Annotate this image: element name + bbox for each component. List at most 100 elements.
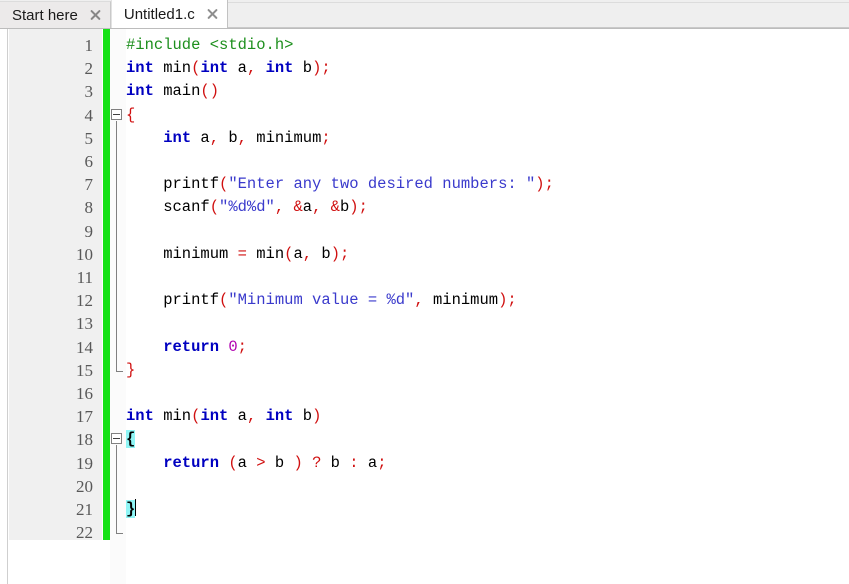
line-number: 2 [84,59,94,79]
line-number: 13 [76,314,93,334]
code-token-str: "%d%d" [219,198,275,217]
code-token-kw: int [200,59,229,78]
code-token-id: b [293,407,313,426]
fold-tree-line [116,445,117,534]
code-line[interactable]: { [126,428,136,451]
code-line[interactable]: int min(int a, int b) [126,405,321,428]
tab-active-1[interactable]: Untitled1.c [110,0,228,28]
change-indicator-bar [103,29,110,540]
code-token-op: ) [312,407,322,426]
code-token-kw: return [126,453,220,472]
code-token-op: ( [219,291,229,310]
code-token-op: ); [330,244,350,263]
code-token-id: a [237,453,257,472]
code-token-id: minimum [246,128,322,147]
code-token-op: , [209,128,220,147]
fold-toggle-minus-box[interactable] [111,433,122,445]
code-token-id: minimum [126,244,238,263]
code-token-id: b [293,59,313,78]
code-token-id: minimum [423,291,499,310]
code-token-op: ; [321,128,331,147]
editor-left-edge [0,29,8,584]
tab-bar-empty-space [227,2,849,28]
code-token-op: ); [349,198,368,217]
code-token-kw: int [126,82,154,101]
fold-toggle-minus-box[interactable] [111,108,122,120]
code-line[interactable]: } [126,498,137,521]
code-token-op: : [339,453,359,472]
tab-inactive-0[interactable]: Start here [0,1,111,28]
line-number: 16 [76,384,93,403]
code-line[interactable]: int a, b, minimum; [126,127,331,150]
code-token-pre: #include <stdio.h> [126,36,294,54]
line-number: 17 [76,407,93,427]
code-token-id: b [219,128,238,147]
code-editor[interactable]: 1 2 3 4 5 6 7 8 9 10 11 12 13 14 15 16 17 18 19 20 21 22 #inc… [0,28,849,584]
code-token-op: ); [312,59,331,78]
line-number: 18 [76,430,93,450]
code-token-id: a [293,244,303,263]
line-number: 6 [84,152,94,171]
line-number: 9 [84,221,94,241]
code-token-op: , [246,59,257,78]
code-token-num: 0 [219,337,238,356]
code-token-op: , & [312,198,340,217]
code-token-id: scanf [126,198,210,217]
code-token-id: main [153,82,201,101]
line-number: 12 [76,291,93,311]
close-icon[interactable] [205,7,219,21]
line-number: 14 [76,337,93,357]
code-token-op: ) [293,453,303,472]
close-icon[interactable] [88,8,102,22]
line-number: 1 [84,36,94,55]
code-token-id: b [339,198,350,217]
code-token-kw: int [256,59,294,78]
code-token-id: b [312,244,331,263]
code-token-op: ( [209,198,220,217]
code-token-id: a [358,453,378,472]
code-line[interactable]: printf("Minimum value = %d", minimum); [126,289,517,312]
code-token-op: } [126,360,136,379]
line-number: 5 [84,128,94,148]
code-token-kw: int [256,407,294,426]
code-token-op: ( [219,453,238,472]
code-token-op: ); [535,175,554,194]
code-line[interactable]: } [126,359,135,382]
fold-tree-end-corner [116,370,123,372]
code-line[interactable]: int min(int a, int b); [126,57,331,80]
code-token-kw: int [200,407,229,426]
editor-window: Start here Untitled1.c 1 2 3 4 5 6 7 8 9 10 11 12 13 1… [0,0,849,584]
code-token-hl: } [126,500,136,518]
code-line[interactable]: int main() [126,80,219,103]
code-token-id: min [153,59,192,78]
line-number: 21 [76,500,93,519]
code-token-kw: int [126,59,154,78]
code-token-id: printf [126,291,220,310]
fold-tree-line [116,120,117,371]
line-number: 22 [76,523,93,543]
fold-margin[interactable] [110,29,126,584]
line-number: 15 [76,360,93,380]
code-token-id: b [321,453,340,472]
line-number: 10 [76,244,93,264]
code-token-id: min [246,244,285,263]
code-line[interactable]: { [126,104,135,127]
fold-tree-end-corner [116,533,123,535]
code-line[interactable]: #include <stdio.h> [126,34,293,57]
line-number: 11 [76,268,93,287]
code-line[interactable]: minimum = min(a, b); [126,243,349,266]
code-token-id: min [153,407,192,426]
code-token-op: , [302,244,313,263]
code-token-op: = [237,244,247,263]
code-token-id: a [191,128,210,147]
line-number-gutter: 1 2 3 4 5 6 7 8 9 10 11 12 13 14 15 16 17 18 19 20 21 22 [9,29,102,542]
code-line[interactable]: return 0; [126,336,247,359]
tab-label: Start here [12,6,78,24]
code-line[interactable]: return (a > b ) ? b : a; [126,452,386,475]
line-number: 7 [84,175,94,195]
code-token-op: ? [302,453,322,472]
code-line[interactable]: scanf("%d%d", &a, &b); [126,196,368,219]
code-line[interactable]: printf("Enter any two desired numbers: "… [126,173,554,196]
code-text-area[interactable]: #include <stdio.h> int min(int a, int b);… [126,29,849,584]
line-number: 20 [76,476,93,496]
